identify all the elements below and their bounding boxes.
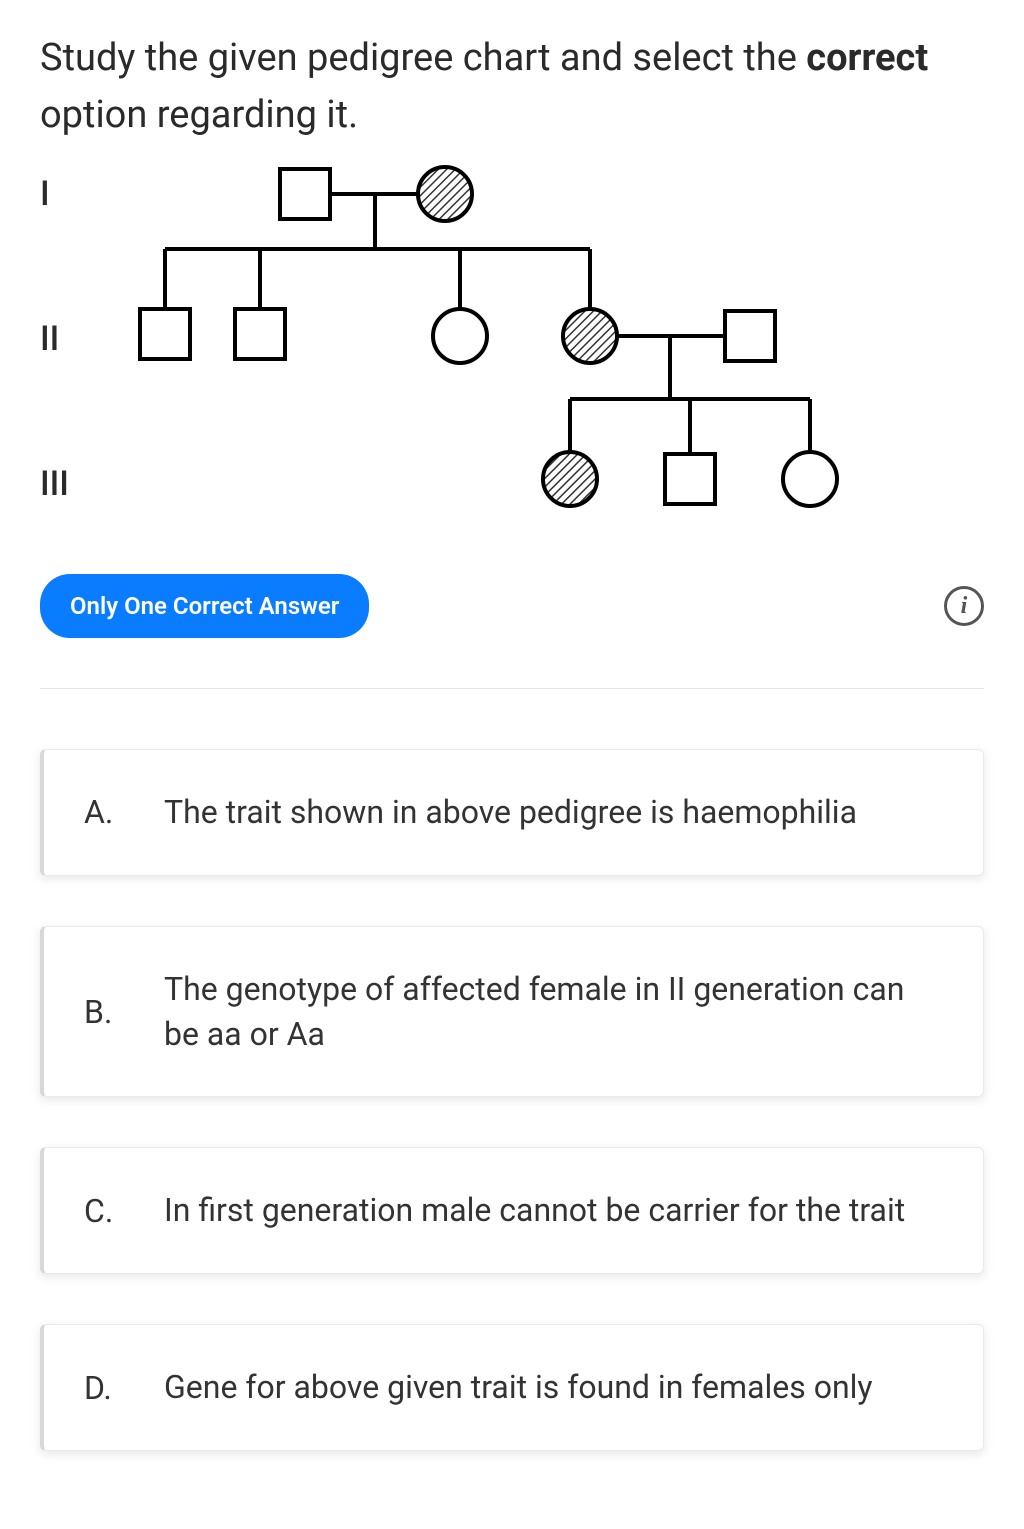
option-d[interactable]: D. Gene for above given trait is found i…	[40, 1324, 984, 1451]
pedigree-female-icon	[783, 452, 837, 506]
pedigree-female-affected-icon	[543, 452, 597, 506]
option-text: Gene for above given trait is found in f…	[164, 1365, 873, 1410]
badge-row: Only One Correct Answer i	[40, 574, 984, 638]
question-suffix: option regarding it.	[40, 93, 358, 137]
pedigree-male-icon	[280, 169, 330, 219]
option-a[interactable]: A. The trait shown in above pedigree is …	[40, 749, 984, 876]
option-text: In first generation male cannot be carri…	[164, 1188, 905, 1233]
option-text: The trait shown in above pedigree is hae…	[164, 790, 857, 835]
option-text: The genotype of affected female in II ge…	[164, 967, 943, 1057]
divider	[40, 688, 984, 689]
info-icon[interactable]: i	[944, 586, 984, 626]
generation-label-3: III	[40, 464, 69, 504]
pedigree-svg	[130, 154, 850, 524]
option-b[interactable]: B. The genotype of affected female in II…	[40, 926, 984, 1098]
pedigree-male-icon	[725, 311, 775, 361]
question-prefix: Study the given pedigree chart and selec…	[40, 36, 806, 80]
pedigree-female-affected-icon	[418, 167, 472, 221]
options-list: A. The trait shown in above pedigree is …	[40, 749, 984, 1451]
pedigree-male-icon	[235, 309, 285, 359]
generation-label-2: II	[40, 319, 59, 359]
pedigree-male-icon	[665, 454, 715, 504]
generation-label-1: I	[40, 174, 50, 214]
answer-mode-badge: Only One Correct Answer	[40, 574, 369, 638]
option-letter: A.	[84, 793, 124, 831]
question-bold: correct	[806, 36, 928, 80]
question-text: Study the given pedigree chart and selec…	[40, 30, 984, 144]
pedigree-female-affected-icon	[563, 309, 617, 363]
pedigree-chart: I II III	[40, 154, 984, 534]
option-letter: D.	[84, 1369, 124, 1407]
option-c[interactable]: C. In first generation male cannot be ca…	[40, 1147, 984, 1274]
pedigree-female-icon	[433, 309, 487, 363]
option-letter: C.	[84, 1192, 124, 1230]
option-letter: B.	[84, 993, 124, 1031]
pedigree-male-icon	[140, 309, 190, 359]
